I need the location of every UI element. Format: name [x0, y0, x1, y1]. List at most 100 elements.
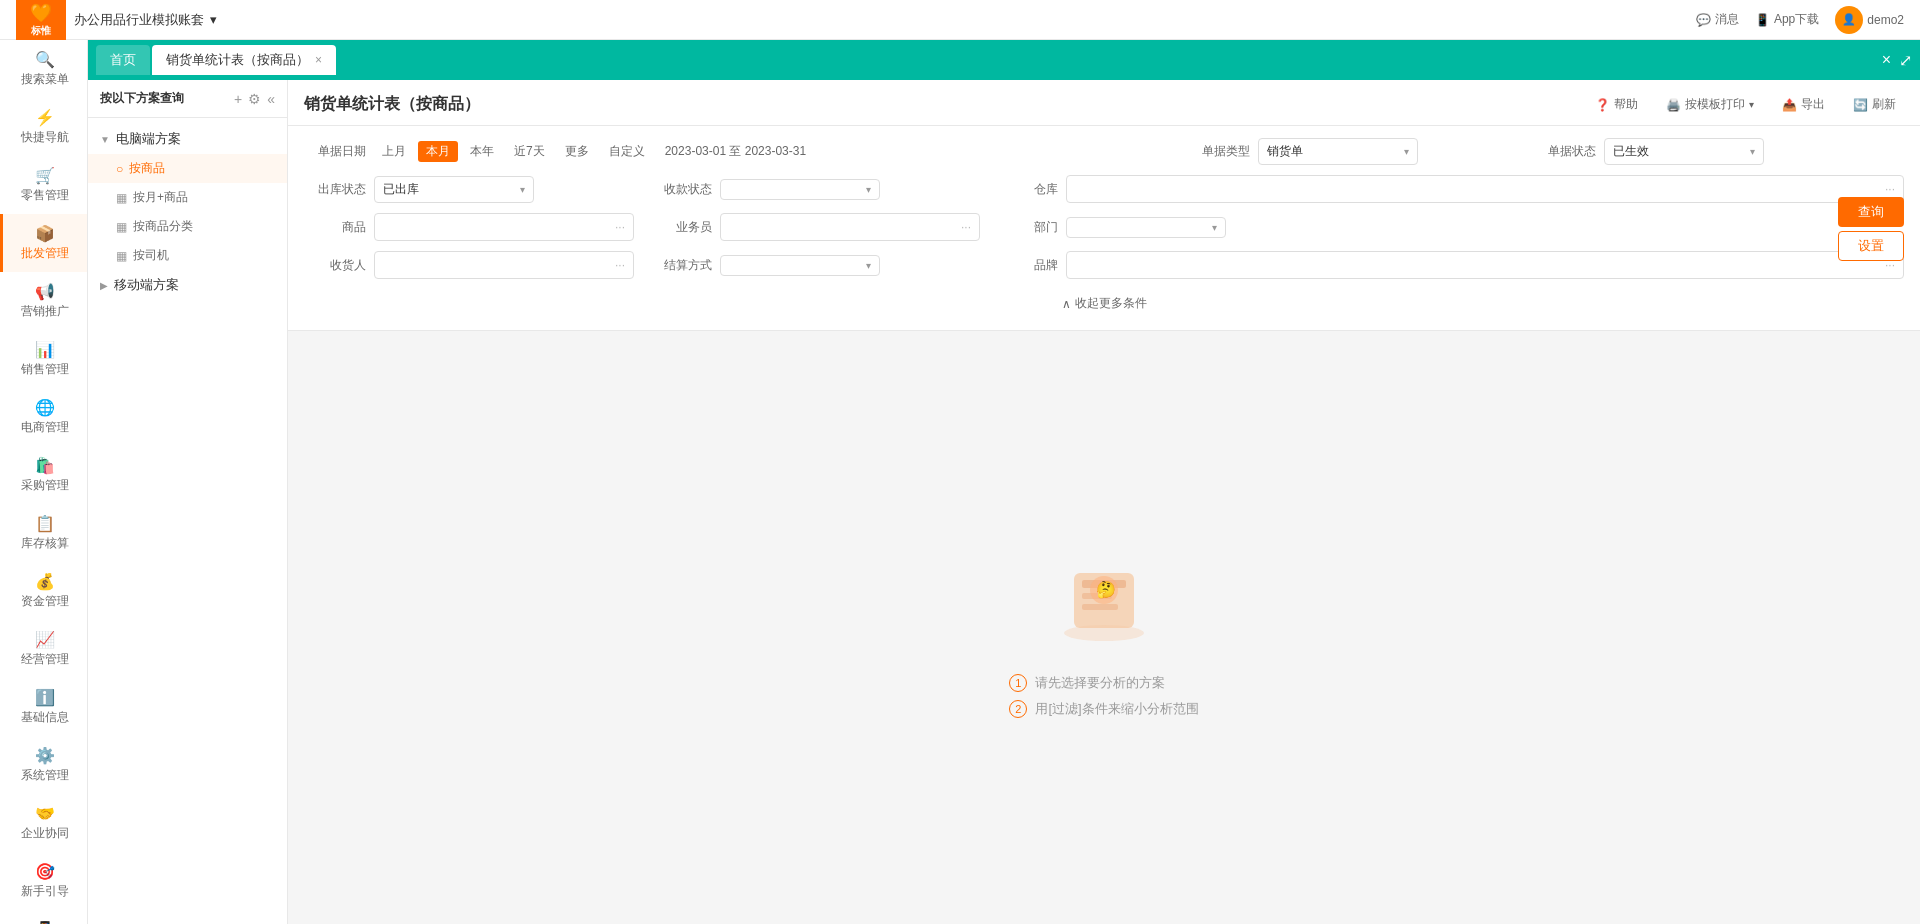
filter-row-4: 收货人 ··· 结算方式 ▾ [304, 251, 1904, 279]
tip2-number: 2 [1009, 700, 1027, 718]
tab-close-icon[interactable]: × [315, 53, 322, 67]
pc-chevron-icon: ▼ [100, 134, 110, 145]
tree-root-pc[interactable]: ▼ 电脑端方案 [88, 124, 287, 154]
date-custom[interactable]: 自定义 [601, 141, 653, 162]
top-bar-right: 💬 消息 📱 App下载 👤 demo2 [1696, 6, 1904, 34]
tree-root-mobile[interactable]: ▶ 移动端方案 [88, 270, 287, 300]
sidebar-item-newbie[interactable]: 🎯 新手引导 [0, 852, 87, 910]
app-download-button[interactable]: 📱 App下载 [1755, 11, 1819, 28]
brand-select[interactable]: ··· [1066, 251, 1904, 279]
collapse-panel-icon[interactable]: « [267, 91, 275, 107]
doc-type-select[interactable]: 销货单 ▾ [1258, 138, 1418, 165]
staff-select[interactable]: ··· [720, 213, 980, 241]
tab-maximize-icon[interactable]: ⤢ [1899, 51, 1912, 70]
date-this-year[interactable]: 本年 [462, 141, 502, 162]
add-scheme-icon[interactable]: + [234, 91, 242, 107]
avatar: 👤 [1835, 6, 1863, 34]
doc-status-select[interactable]: 已生效 ▾ [1604, 138, 1764, 165]
sidebar-item-finance[interactable]: 💰 资金管理 [0, 562, 87, 620]
template-print-label: 按模板打印 [1685, 96, 1745, 113]
payment-label: 结算方式 [650, 257, 720, 274]
tree-item-by-category[interactable]: ▦ 按商品分类 [88, 212, 287, 241]
tab-active[interactable]: 销货单统计表（按商品） × [152, 45, 336, 75]
payment-select[interactable]: ▾ [720, 255, 880, 276]
sidebar-item-basics[interactable]: ℹ️ 基础信息 [0, 678, 87, 736]
help-button[interactable]: ❓ 帮助 [1587, 92, 1646, 117]
payment-caret-icon: ▾ [866, 260, 871, 271]
sidebar-item-operations[interactable]: 📈 经营管理 [0, 620, 87, 678]
dept-select[interactable]: ▾ [1066, 217, 1226, 238]
template-print-button[interactable]: 🖨️ 按模板打印 ▾ [1658, 92, 1762, 117]
empty-state: 🤔 1 请先选择要分析的方案 2 用[过滤]条件来缩小分析范围 [288, 331, 1920, 924]
staff-control: ··· [720, 213, 980, 241]
sidebar-label-finance: 资金管理 [21, 593, 69, 610]
sidebar-item-wholesale[interactable]: 📦 批发管理 [0, 214, 87, 272]
filter-row-2: 出库状态 已出库 ▾ 收款状态 ▾ [304, 175, 1904, 203]
date-this-month[interactable]: 本月 [418, 141, 458, 162]
sidebar-item-system[interactable]: ⚙️ 系统管理 [0, 736, 87, 794]
sidebar-item-ecommerce[interactable]: 🌐 电商管理 [0, 388, 87, 446]
collapse-filter-button[interactable]: ∧ 收起更多条件 [304, 289, 1904, 318]
out-status-value: 已出库 [383, 181, 520, 198]
receiver-select[interactable]: ··· [374, 251, 634, 279]
set-button[interactable]: 设置 [1838, 231, 1904, 261]
sidebar-item-marketing[interactable]: 📢 营销推广 [0, 272, 87, 330]
dept-label: 部门 [996, 219, 1066, 236]
logo-text: 标惟 [31, 24, 51, 38]
refresh-button[interactable]: 🔄 刷新 [1845, 92, 1904, 117]
sidebar-item-appcenter[interactable]: 📱 应用中心 [0, 910, 87, 924]
newbie-icon: 🎯 [35, 862, 55, 881]
out-status-select[interactable]: 已出库 ▾ [374, 176, 534, 203]
purchase-icon: 🛍️ [35, 456, 55, 475]
date-control: 上月 本月 本年 近7天 更多 自定义 2023-03-01 至 2023-03… [374, 141, 1188, 162]
dept-caret-icon: ▾ [1212, 222, 1217, 233]
filter-wrapper: 单据日期 上月 本月 本年 近7天 更多 自定义 2023-03-01 至 20… [288, 126, 1920, 331]
sidebar-item-quick-nav[interactable]: ⚡ 快捷导航 [0, 98, 87, 156]
receiver-control: ··· [374, 251, 634, 279]
warehouse-select[interactable]: ··· [1066, 175, 1904, 203]
message-button[interactable]: 💬 消息 [1696, 11, 1739, 28]
sidebar-label-marketing: 营销推广 [21, 303, 69, 320]
by-category-icon: ▦ [116, 220, 127, 234]
recv-status-label: 收款状态 [650, 181, 720, 198]
sidebar-item-sales[interactable]: 📊 销售管理 [0, 330, 87, 388]
sidebar-label-inventory: 库存核算 [21, 535, 69, 552]
date-last-month[interactable]: 上月 [374, 141, 414, 162]
sidebar-item-retail[interactable]: 🛒 零售管理 [0, 156, 87, 214]
print-caret-icon: ▾ [1749, 99, 1754, 110]
query-set-group: 查询 设置 [1822, 126, 1920, 331]
workspace-selector[interactable]: 办公用品行业模拟账套 ▾ [74, 11, 217, 29]
help-icon: ❓ [1595, 98, 1610, 112]
sidebar-label-enterprise: 企业协同 [21, 825, 69, 842]
wholesale-icon: 📦 [35, 224, 55, 243]
right-column: 首页 销货单统计表（按商品） × × ⤢ 按以下方案查询 + ⚙ « [88, 40, 1920, 924]
by-product-icon: ○ [116, 162, 123, 176]
product-select[interactable]: ··· [374, 213, 634, 241]
filter-row-3: 商品 ··· 业务员 ··· [304, 213, 1904, 241]
message-label: 消息 [1715, 11, 1739, 28]
by-month-product-icon: ▦ [116, 191, 127, 205]
sidebar-item-purchase[interactable]: 🛍️ 采购管理 [0, 446, 87, 504]
app-icon: 📱 [1755, 13, 1770, 27]
sidebar-label-purchase: 采购管理 [21, 477, 69, 494]
date-more[interactable]: 更多 [557, 141, 597, 162]
recv-status-select[interactable]: ▾ [720, 179, 880, 200]
tree-item-by-machine[interactable]: ▦ 按司机 [88, 241, 287, 270]
tree-item-by-month-product[interactable]: ▦ 按月+商品 [88, 183, 287, 212]
date-last-7-days[interactable]: 近7天 [506, 141, 553, 162]
sidebar-item-enterprise[interactable]: 🤝 企业协同 [0, 794, 87, 852]
sales-icon: 📊 [35, 340, 55, 359]
brand-control: ··· [1066, 251, 1904, 279]
user-menu[interactable]: 👤 demo2 [1835, 6, 1904, 34]
scheme-tree: ▼ 电脑端方案 ○ 按商品 ▦ 按月+商品 ▦ 按商品分类 [88, 118, 287, 306]
tab-bar-actions: × ⤢ [1882, 51, 1912, 70]
empty-svg: 🤔 [1044, 538, 1164, 658]
query-button[interactable]: 查询 [1838, 197, 1904, 227]
tab-home[interactable]: 首页 [96, 45, 150, 75]
scheme-settings-icon[interactable]: ⚙ [248, 91, 261, 107]
sidebar-item-search-menu[interactable]: 🔍 搜索菜单 [0, 40, 87, 98]
tree-item-by-product[interactable]: ○ 按商品 [88, 154, 287, 183]
sidebar-item-inventory[interactable]: 📋 库存核算 [0, 504, 87, 562]
export-button[interactable]: 📤 导出 [1774, 92, 1833, 117]
tab-close-window-icon[interactable]: × [1882, 51, 1891, 70]
